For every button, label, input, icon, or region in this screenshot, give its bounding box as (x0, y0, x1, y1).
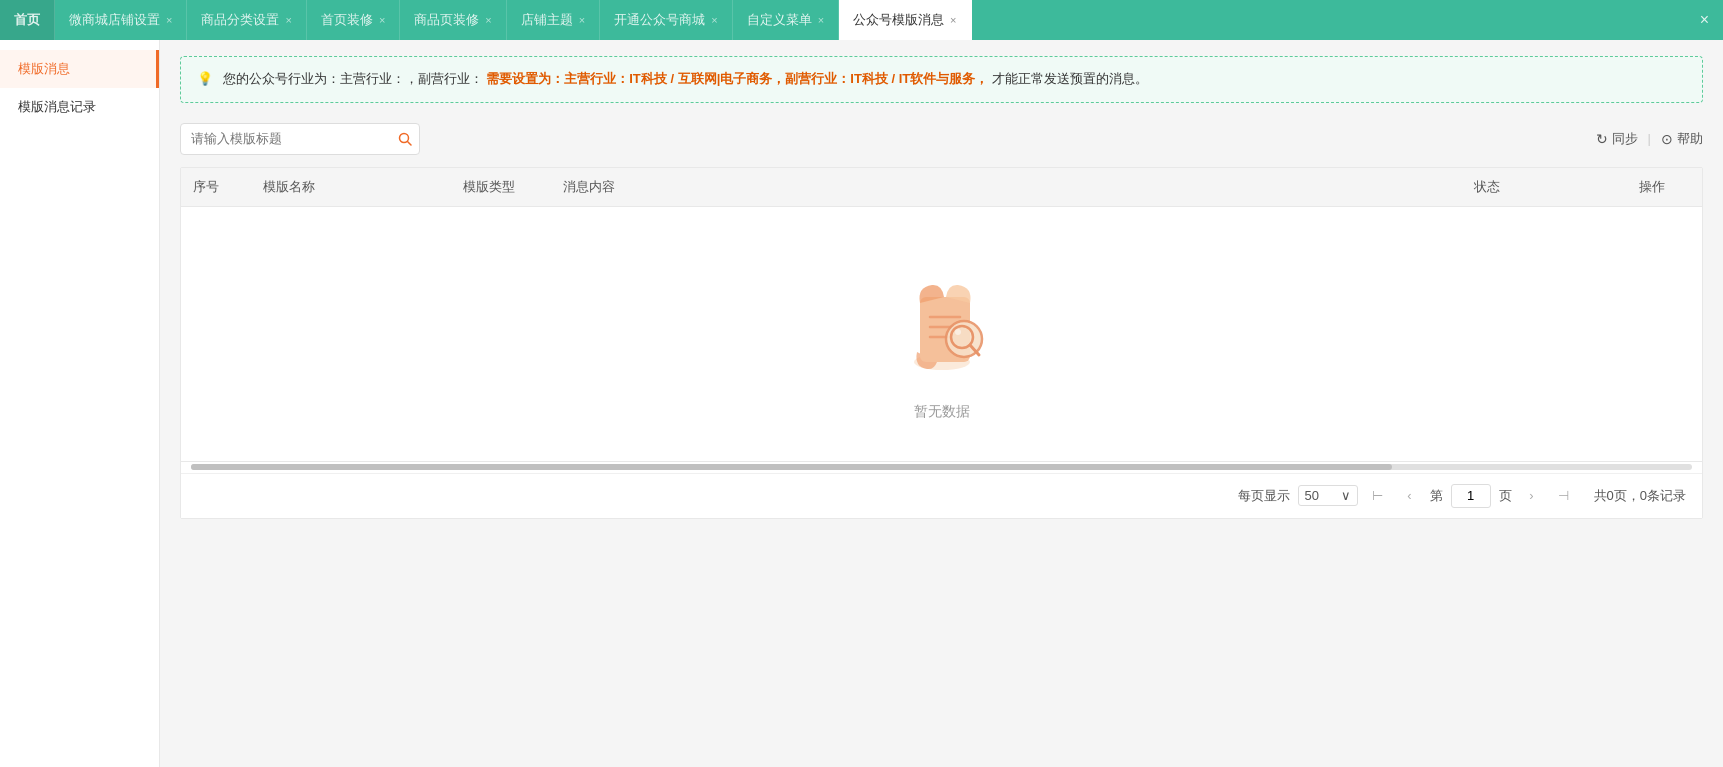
tab-shop-settings-label: 微商城店铺设置 (69, 11, 160, 29)
th-action-label: 操作 (1639, 179, 1665, 194)
sidebar-item-template-message-label: 模版消息 (18, 61, 70, 76)
tab-template-message[interactable]: 公众号模版消息 × (839, 0, 971, 40)
th-name-label: 模版名称 (263, 179, 315, 194)
th-status-label: 状态 (1474, 179, 1500, 194)
sync-button[interactable]: ↻ 同步 (1596, 130, 1638, 148)
total-info: 共0页，0条记录 (1594, 487, 1686, 505)
help-button[interactable]: ⊙ 帮助 (1661, 130, 1703, 148)
tab-shop-theme[interactable]: 店铺主题 × (507, 0, 600, 40)
tab-home-decoration-close[interactable]: × (379, 15, 385, 26)
tab-home-decoration[interactable]: 首页装修 × (307, 0, 400, 40)
tab-template-message-label: 公众号模版消息 (853, 11, 944, 29)
sidebar-item-template-message-record[interactable]: 模版消息记录 (0, 88, 159, 126)
tab-category-settings[interactable]: 商品分类设置 × (187, 0, 306, 40)
help-label: 帮助 (1677, 130, 1703, 148)
empty-state: 暂无数据 (181, 207, 1702, 461)
scrollbar-thumb (191, 464, 1392, 470)
th-action: 操作 (1602, 168, 1702, 206)
tab-open-mall-close[interactable]: × (711, 15, 717, 26)
top-nav: 首页 微商城店铺设置 × 商品分类设置 × 首页装修 × 商品页装修 × 店铺主… (0, 0, 1723, 40)
main-layout: 模版消息 模版消息记录 💡 您的公众号行业为：主营行业：，副营行业： 需要设置为… (0, 40, 1723, 767)
search-icon (398, 132, 412, 146)
pagination: 每页显示 50 ∨ ⊢ ‹ 第 页 › ⊣ 共0页，0条记录 (181, 473, 1702, 518)
tab-home[interactable]: 首页 (0, 0, 55, 40)
search-button[interactable] (398, 132, 412, 146)
page-label-before: 第 (1430, 487, 1443, 505)
tab-home-decoration-label: 首页装修 (321, 11, 373, 29)
nav-close-all-button[interactable]: × (1686, 0, 1723, 40)
toolbar-divider: | (1648, 131, 1651, 146)
notice-highlight: 需要设置为：主营行业：IT科技 / 互联网|电子商务，副营行业：IT科技 / I… (486, 71, 988, 86)
th-status: 状态 (1462, 168, 1602, 206)
empty-text: 暂无数据 (914, 403, 970, 421)
help-circle-icon: ⊙ (1661, 131, 1673, 147)
search-input-wrap (180, 123, 420, 155)
prev-page-button[interactable]: ‹ (1398, 484, 1422, 508)
svg-point-10 (955, 329, 961, 335)
tab-product-decoration[interactable]: 商品页装修 × (400, 0, 506, 40)
page-number-input[interactable] (1451, 484, 1491, 508)
notice-box: 💡 您的公众号行业为：主营行业：，副营行业： 需要设置为：主营行业：IT科技 /… (180, 56, 1703, 103)
tab-product-decoration-close[interactable]: × (485, 15, 491, 26)
empty-illustration (882, 267, 1002, 387)
tab-shop-settings[interactable]: 微商城店铺设置 × (55, 0, 187, 40)
search-bar: ↻ 同步 | ⊙ 帮助 (180, 123, 1703, 155)
main-content: 💡 您的公众号行业为：主营行业：，副营行业： 需要设置为：主营行业：IT科技 /… (160, 40, 1723, 767)
tab-open-mall[interactable]: 开通公众号商城 × (600, 0, 732, 40)
tab-product-decoration-label: 商品页装修 (414, 11, 479, 29)
th-type: 模版类型 (451, 168, 551, 206)
per-page-label: 每页显示 (1238, 487, 1290, 505)
tab-shop-theme-label: 店铺主题 (521, 11, 573, 29)
data-table: 序号 模版名称 模版类型 消息内容 状态 操作 (180, 167, 1703, 519)
th-content: 消息内容 (551, 168, 1462, 206)
th-type-label: 模版类型 (463, 179, 515, 194)
table-header: 序号 模版名称 模版类型 消息内容 状态 操作 (181, 168, 1702, 207)
sidebar-item-template-message[interactable]: 模版消息 (0, 50, 159, 88)
tab-template-message-close[interactable]: × (950, 15, 956, 26)
th-content-label: 消息内容 (563, 179, 615, 194)
sidebar: 模版消息 模版消息记录 (0, 40, 160, 767)
tab-home-label: 首页 (14, 11, 40, 29)
tab-shop-settings-close[interactable]: × (166, 15, 172, 26)
tab-category-settings-label: 商品分类设置 (201, 11, 279, 29)
svg-line-1 (408, 141, 412, 145)
tab-custom-menu[interactable]: 自定义菜单 × (733, 0, 839, 40)
dropdown-icon: ∨ (1341, 488, 1351, 503)
per-page-value: 50 (1305, 488, 1319, 503)
per-page-select[interactable]: 50 ∨ (1298, 485, 1358, 506)
last-page-button[interactable]: ⊣ (1552, 484, 1576, 508)
page-label-after: 页 (1499, 487, 1512, 505)
refresh-icon: ↻ (1596, 131, 1608, 147)
tab-shop-theme-close[interactable]: × (579, 15, 585, 26)
scrollbar-track (191, 464, 1692, 470)
next-page-button[interactable]: › (1520, 484, 1544, 508)
first-page-button[interactable]: ⊢ (1366, 484, 1390, 508)
tab-custom-menu-close[interactable]: × (818, 15, 824, 26)
tab-custom-menu-label: 自定义菜单 (747, 11, 812, 29)
th-no-label: 序号 (193, 179, 219, 194)
tab-open-mall-label: 开通公众号商城 (614, 11, 705, 29)
sync-label: 同步 (1612, 130, 1638, 148)
th-name: 模版名称 (251, 168, 451, 206)
toolbar-right: ↻ 同步 | ⊙ 帮助 (1596, 130, 1703, 148)
horizontal-scrollbar[interactable] (181, 461, 1702, 473)
notice-prefix: 您的公众号行业为：主营行业：，副营行业： (223, 71, 483, 86)
sidebar-item-template-message-record-label: 模版消息记录 (18, 99, 96, 114)
search-input[interactable] (180, 123, 420, 155)
th-no: 序号 (181, 168, 251, 206)
bulb-icon: 💡 (197, 71, 213, 86)
notice-suffix: 才能正常发送预置的消息。 (992, 71, 1148, 86)
tab-category-settings-close[interactable]: × (285, 15, 291, 26)
